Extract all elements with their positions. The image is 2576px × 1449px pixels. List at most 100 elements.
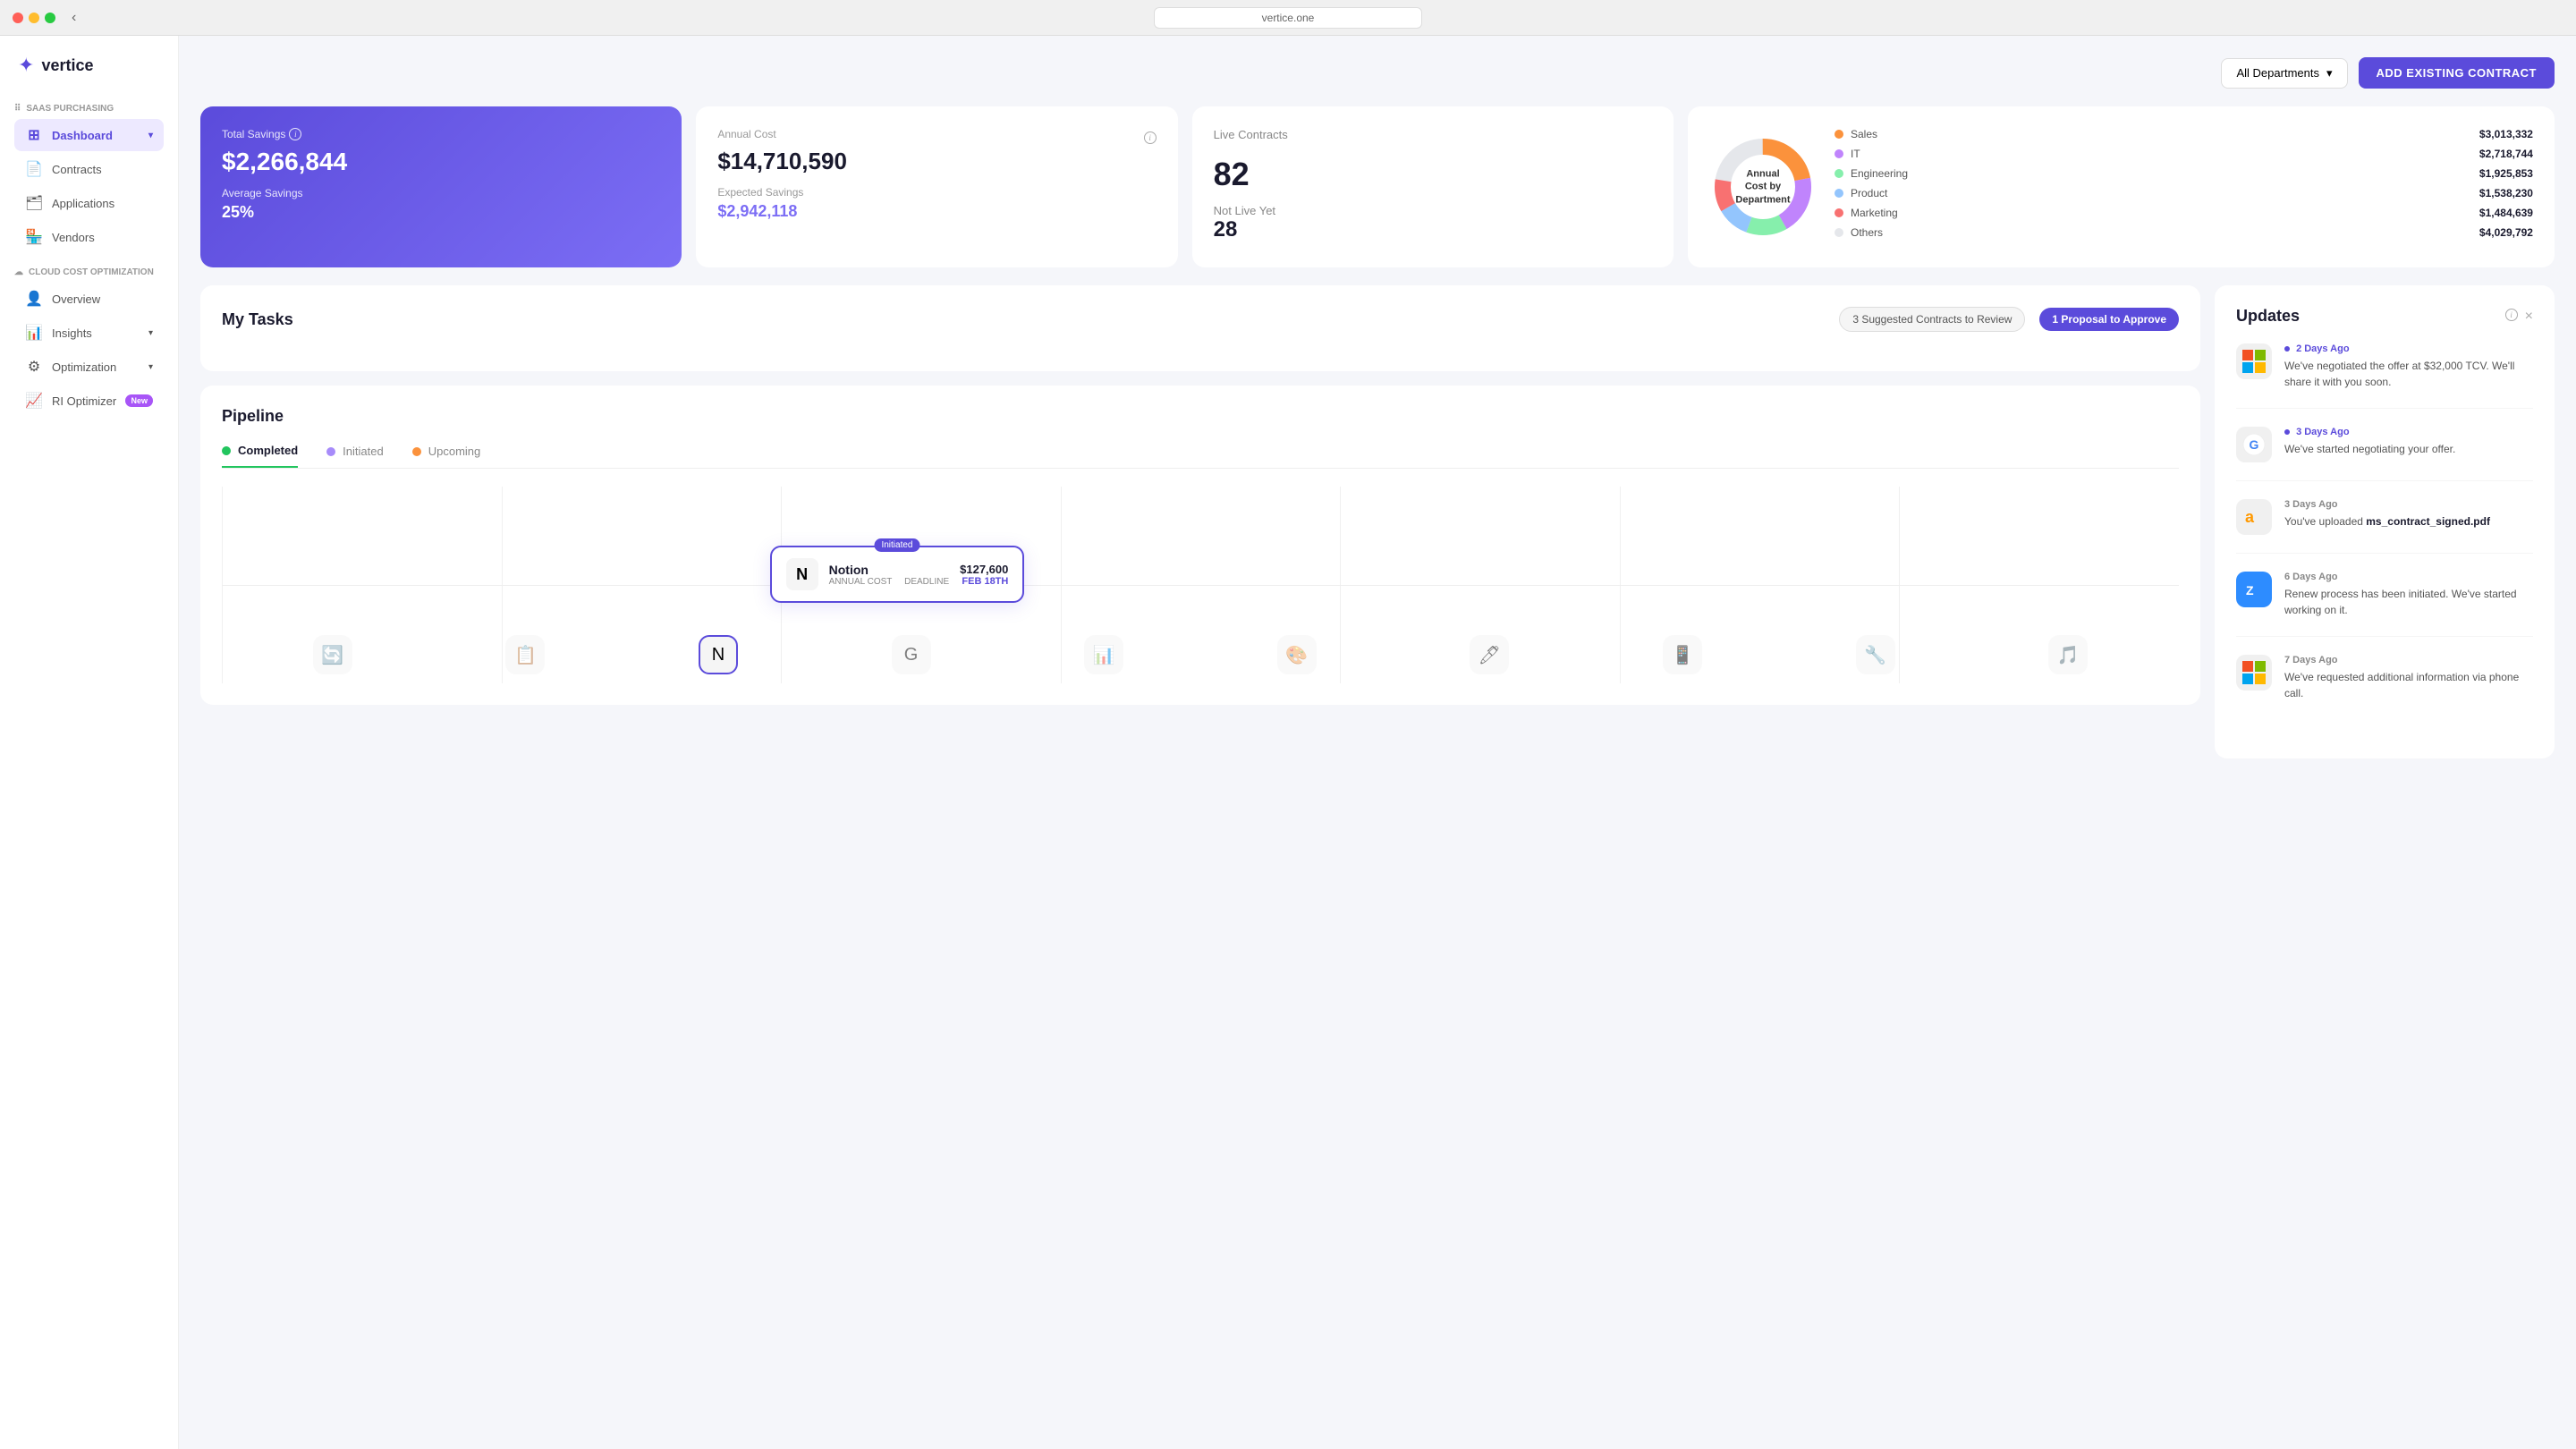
update-time-3: 3 Days Ago	[2284, 499, 2533, 510]
maximize-dot[interactable]	[45, 13, 55, 23]
proposal-approve-button[interactable]: 1 Proposal to Approve	[2039, 308, 2179, 331]
update-time-2: 3 Days Ago	[2284, 427, 2533, 437]
others-dot	[1835, 228, 1843, 237]
app-icon-google[interactable]: G	[892, 635, 931, 674]
update-time-5: 7 Days Ago	[2284, 655, 2533, 665]
dot-2	[2284, 429, 2290, 435]
app-icon-7: 🖊	[1470, 635, 1509, 674]
annual-info-icon[interactable]: i	[1144, 131, 1157, 144]
notion-icon[interactable]: N	[699, 635, 738, 674]
page-header: All Departments ▾ ADD EXISTING CONTRACT	[200, 57, 2555, 89]
updates-info-icon[interactable]: i	[2505, 309, 2518, 321]
update-content-4: 6 Days Ago Renew process has been initia…	[2284, 572, 2533, 618]
avg-savings-value: 25%	[222, 203, 660, 222]
chevron-icon: ▾	[148, 131, 153, 140]
cards-row: Total Savings i $2,266,844 Average Savin…	[200, 106, 2555, 267]
app-icon-1[interactable]: 🔄	[313, 635, 352, 674]
tab-completed[interactable]: Completed	[222, 444, 298, 468]
product-dot	[1835, 189, 1843, 198]
dot-1	[2284, 346, 2290, 352]
overview-icon: 👤	[25, 290, 43, 308]
update-item-4: Z 6 Days Ago Renew process has been init…	[2236, 572, 2533, 637]
optimization-icon: ⚙	[25, 358, 43, 376]
cloud-label: ☁ Cloud Cost Optimization	[14, 267, 164, 277]
tasks-title: My Tasks	[222, 310, 293, 329]
legend-others: Others $4,029,792	[1835, 226, 2533, 239]
app-icon-2: 📋	[505, 635, 545, 674]
logo-text: vertice	[41, 56, 93, 75]
saas-section: ⠿ SaaS Purchasing ⊞ Dashboard ▾ 📄 Contra…	[0, 98, 178, 260]
savings-label: Total Savings i	[222, 128, 660, 140]
department-selector[interactable]: All Departments ▾	[2221, 58, 2347, 89]
svg-text:a: a	[2245, 508, 2255, 526]
timeline-line	[222, 585, 2179, 586]
donut-legend: Sales $3,013,332 IT $2,718,744 Engineeri…	[1835, 128, 2533, 246]
updates-close-icon[interactable]: ×	[2525, 309, 2533, 325]
left-panel: My Tasks 3 Suggested Contracts to Review…	[200, 285, 2200, 758]
sidebar-item-insights[interactable]: 📊 Insights ▾	[14, 317, 164, 349]
applications-icon: 🗂	[25, 194, 43, 212]
update-content-3: 3 Days Ago You've uploaded ms_contract_s…	[2284, 499, 2533, 535]
app-icon-8: 📱	[1663, 635, 1702, 674]
update-content-1: 2 Days Ago We've negotiated the offer at…	[2284, 343, 2533, 390]
sidebar-item-dashboard[interactable]: ⊞ Dashboard ▾	[14, 119, 164, 151]
svg-text:Z: Z	[2246, 583, 2254, 597]
updates-card: Updates i × 2 Days Ago We've negotiated …	[2215, 285, 2555, 758]
contract-popup[interactable]: Initiated N Notion ANNUAL COST DEADLINE	[770, 546, 1025, 603]
suggested-contracts-button[interactable]: 3 Suggested Contracts to Review	[1839, 307, 2025, 332]
expected-savings-label: Expected Savings	[717, 186, 847, 199]
pipeline-tabs: Completed Initiated Upcoming	[222, 444, 2179, 469]
update-item-1: 2 Days Ago We've negotiated the offer at…	[2236, 343, 2533, 409]
update-text-5: We've requested additional information v…	[2284, 669, 2533, 701]
contract-status-badge: Initiated	[874, 538, 919, 552]
app-icon-10: 🎵	[2048, 635, 2088, 674]
vendors-icon: 🏪	[25, 228, 43, 246]
contracts-icon: 📄	[25, 160, 43, 178]
close-dot[interactable]	[13, 13, 23, 23]
timeline-area: Initiated N Notion ANNUAL COST DEADLINE	[222, 487, 2179, 683]
tasks-card: My Tasks 3 Suggested Contracts to Review…	[200, 285, 2200, 371]
pipeline-title: Pipeline	[222, 407, 2179, 426]
notion-logo: N	[786, 558, 818, 590]
update-text-1: We've negotiated the offer at $32,000 TC…	[2284, 358, 2533, 390]
update-text-3: You've uploaded ms_contract_signed.pdf	[2284, 513, 2533, 530]
annual-cost-dept-card: AnnualCost byDepartment Sales $3,013,332…	[1688, 106, 2555, 267]
expected-savings-value: $2,942,118	[717, 202, 847, 221]
app-icon-6: 🎨	[1277, 635, 1317, 674]
sidebar-item-overview[interactable]: 👤 Overview	[14, 283, 164, 315]
marketing-dot	[1835, 208, 1843, 217]
back-button[interactable]: ‹	[72, 10, 76, 26]
insights-icon: 📊	[25, 324, 43, 342]
tab-initiated[interactable]: Initiated	[326, 444, 384, 468]
tab-upcoming[interactable]: Upcoming	[412, 444, 481, 468]
sidebar-item-vendors[interactable]: 🏪 Vendors	[14, 221, 164, 253]
app-icon-5: 📊	[1084, 635, 1123, 674]
add-contract-button[interactable]: ADD EXISTING CONTRACT	[2359, 57, 2555, 89]
initiated-dot	[326, 447, 335, 456]
annual-cost-value: $14,710,590	[717, 148, 847, 175]
url-bar[interactable]: vertice.one	[1154, 7, 1422, 29]
logo: ✦ vertice	[0, 54, 178, 98]
titlebar: ‹ vertice.one	[0, 0, 2576, 36]
dashboard-icon: ⊞	[25, 126, 43, 144]
sidebar-item-applications[interactable]: 🗂 Applications	[14, 187, 164, 219]
sidebar-item-ri-optimizer[interactable]: 📈 RI Optimizer New	[14, 385, 164, 417]
contract-labels: ANNUAL COST DEADLINE	[829, 577, 950, 587]
optimization-chevron: ▾	[148, 362, 153, 372]
not-live-label: Not Live Yet	[1214, 204, 1652, 217]
cloud-section: ☁ Cloud Cost Optimization 👤 Overview 📊 I…	[0, 262, 178, 424]
annual-cost-label: Annual Cost	[717, 128, 847, 140]
cloud-section-icon: ☁	[14, 267, 23, 277]
savings-card: Total Savings i $2,266,844 Average Savin…	[200, 106, 682, 267]
zoom-logo: Z	[2236, 572, 2272, 607]
tasks-header: My Tasks 3 Suggested Contracts to Review…	[222, 307, 2179, 332]
sidebar-item-optimization[interactable]: ⚙ Optimization ▾	[14, 351, 164, 383]
not-live-value: 28	[1214, 217, 1652, 242]
sales-dot	[1835, 130, 1843, 139]
update-content-5: 7 Days Ago We've requested additional in…	[2284, 655, 2533, 701]
minimize-dot[interactable]	[29, 13, 39, 23]
info-icon[interactable]: i	[289, 128, 301, 140]
dept-label: All Departments	[2236, 66, 2318, 80]
sidebar-item-contracts[interactable]: 📄 Contracts	[14, 153, 164, 185]
updates-header: Updates i ×	[2236, 307, 2533, 326]
